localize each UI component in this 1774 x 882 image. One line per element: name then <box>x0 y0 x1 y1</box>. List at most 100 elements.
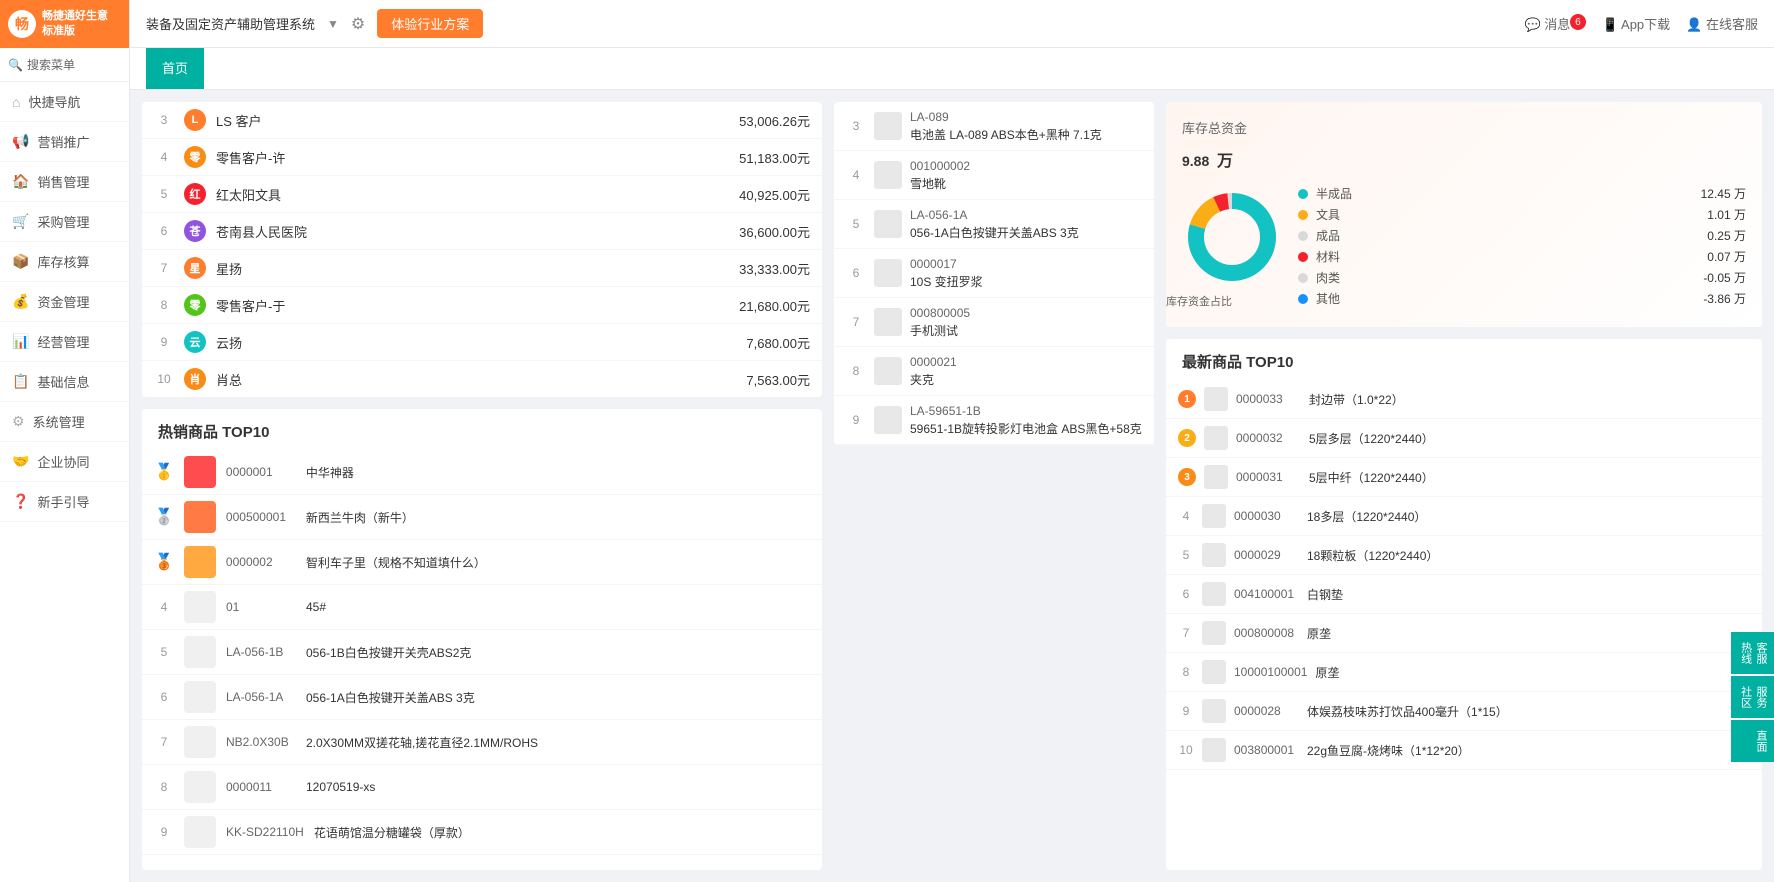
stock-title: 库存总资金 <box>1182 118 1746 137</box>
customer-sales-item[interactable]: 5 红 红太阳文具 40,925.00元 <box>142 176 822 213</box>
hot-product-item[interactable]: 🥉 0000002 智利车子里（规格不知道填什么） <box>142 540 822 585</box>
new-product-image <box>1202 582 1226 606</box>
float-btn-community[interactable]: 服务社区 <box>1731 676 1774 718</box>
new-product-image <box>1204 387 1228 411</box>
legend-name: 其他 <box>1298 290 1703 307</box>
hot-product-item[interactable]: 4 01 45# <box>142 585 822 630</box>
hot-product-item[interactable]: 8 0000011 12070519-xs <box>142 765 822 810</box>
hot-product-item[interactable]: 🥈 000500001 新西兰牛肉（新牛） <box>142 495 822 540</box>
product-rank-item[interactable]: 5 LA-056-1A 056-1A白色按键开关盖ABS 3克 <box>834 200 1154 249</box>
product-rank-image <box>874 112 902 140</box>
rank-number: 6 <box>154 224 174 238</box>
legend-item: 材料 0.07 万 <box>1298 248 1746 265</box>
nav-icon-basic-info: 📋 <box>12 373 29 390</box>
sidebar-item-purchase[interactable]: 🛒 采购管理 <box>0 202 129 242</box>
nav-label-marketing: 营销推广 <box>37 132 89 151</box>
new-product-code: 0000031 <box>1236 470 1301 484</box>
product-image <box>184 726 216 758</box>
legend-item: 成品 0.25 万 <box>1298 227 1746 244</box>
app-download[interactable]: 📱 App下载 <box>1602 14 1670 33</box>
sidebar-item-quick-nav[interactable]: ⌂ 快捷导航 <box>0 82 129 122</box>
trial-btn[interactable]: 体验行业方案 <box>377 9 483 38</box>
dropdown-arrow[interactable]: ▼ <box>327 17 339 31</box>
sidebar-item-finance[interactable]: 💰 资金管理 <box>0 282 129 322</box>
nav-label-cooperation: 企业协同 <box>37 452 89 471</box>
nav-icon-operations: 📊 <box>12 333 29 350</box>
hot-product-item[interactable]: 9 KK-SD22110H 花语萌馆温分糖罐袋（厚款） <box>142 810 822 855</box>
customer-amount: 33,333.00元 <box>739 259 810 278</box>
rank-badge: 零 <box>184 294 206 316</box>
product-image <box>184 681 216 713</box>
settings-icon[interactable]: ⚙ <box>351 14 365 34</box>
sidebar-item-cooperation[interactable]: 🤝 企业协同 <box>0 442 129 482</box>
rank-number: 5 <box>154 187 174 201</box>
sidebar-item-guide[interactable]: ❓ 新手引导 <box>0 482 129 522</box>
sidebar-item-basic-info[interactable]: 📋 基础信息 <box>0 362 129 402</box>
product-image <box>184 636 216 668</box>
rank-number: 3 <box>846 119 866 133</box>
nav-label-sales: 销售管理 <box>37 172 89 191</box>
customer-sales-item[interactable]: 10 肖 肖总 7,563.00元 <box>142 361 822 397</box>
product-code: 000500001 <box>226 510 296 524</box>
customer-sales-item[interactable]: 8 零 零售客户-于 21,680.00元 <box>142 287 822 324</box>
customer-sales-item[interactable]: 9 云 云扬 7,680.00元 <box>142 324 822 361</box>
rank-number: 10 <box>154 372 174 386</box>
sidebar-item-operations[interactable]: 📊 经营管理 <box>0 322 129 362</box>
stock-amount: 9.88 万 <box>1182 141 1746 173</box>
new-product-item[interactable]: 5 0000029 18颗粒板（1220*2440） <box>1166 536 1762 575</box>
product-rank-item[interactable]: 6 0000017 10S 变扭罗浆 <box>834 249 1154 298</box>
product-rank-code: 0000021 <box>910 353 1142 371</box>
new-product-item[interactable]: 9 0000028 体娱荔枝味苏打饮品400毫升（1*15） <box>1166 692 1762 731</box>
customer-sales-item[interactable]: 3 L LS 客户 53,006.26元 <box>142 102 822 139</box>
product-rank-item[interactable]: 7 000800005 手机测试 <box>834 298 1154 347</box>
tab-home[interactable]: 首页 <box>146 48 204 89</box>
rank-number: 3 <box>154 113 174 127</box>
customer-name: 肖总 <box>216 370 736 389</box>
new-product-name: 原垄 <box>1307 625 1750 642</box>
sidebar-item-inventory[interactable]: 📦 库存核算 <box>0 242 129 282</box>
product-rank-code: 001000002 <box>910 157 1142 175</box>
hot-product-item[interactable]: 🥇 0000001 中华神器 <box>142 450 822 495</box>
customer-name: 云扬 <box>216 333 736 352</box>
hot-product-item[interactable]: 7 NB2.0X30B 2.0X30MM双搓花轴,搓花直径2.1MM/ROHS <box>142 720 822 765</box>
new-product-item[interactable]: 3 0000031 5层中纤（1220*2440） <box>1166 458 1762 497</box>
rank-badge: 云 <box>184 331 206 353</box>
product-image <box>184 771 216 803</box>
new-product-image <box>1202 504 1226 528</box>
new-product-item[interactable]: 6 004100001 白钢垫 <box>1166 575 1762 614</box>
new-product-item[interactable]: 2 0000032 5层多层（1220*2440） <box>1166 419 1762 458</box>
product-rank-item[interactable]: 9 LA-59651-1B 59651-1B旋转投影灯电池盒 ABS黑色+58克 <box>834 396 1154 445</box>
customer-sales-item[interactable]: 7 星 星扬 33,333.00元 <box>142 250 822 287</box>
new-product-item[interactable]: 4 0000030 18多层（1220*2440） <box>1166 497 1762 536</box>
product-rank-item[interactable]: 8 0000021 夹克 <box>834 347 1154 396</box>
new-product-item[interactable]: 7 000800008 原垄 <box>1166 614 1762 653</box>
customer-sales-item[interactable]: 6 苍 苍南县人民医院 36,600.00元 <box>142 213 822 250</box>
logo-icon: 畅 <box>8 10 36 38</box>
rank-number: 4 <box>1178 509 1194 523</box>
product-image <box>184 816 216 848</box>
hot-product-item[interactable]: 5 LA-056-1B 056-1B白色按键开关壳ABS2克 <box>142 630 822 675</box>
customer-name: 苍南县人民医院 <box>216 222 729 241</box>
float-btn-direct[interactable]: 直面 <box>1731 720 1774 762</box>
new-product-item[interactable]: 1 0000033 封边带（1.0*22） <box>1166 380 1762 419</box>
customer-amount: 7,563.00元 <box>746 370 810 389</box>
float-btn-service[interactable]: 客服热线 <box>1731 632 1774 674</box>
online-service[interactable]: 👤 在线客服 <box>1686 14 1758 33</box>
message-area[interactable]: 💬 消息 6 <box>1524 14 1585 33</box>
customer-name: 零售客户-许 <box>216 148 729 167</box>
product-code: NB2.0X30B <box>226 735 296 749</box>
sidebar-item-marketing[interactable]: 📢 营销推广 <box>0 122 129 162</box>
hot-product-item[interactable]: 6 LA-056-1A 056-1A白色按键开关盖ABS 3克 <box>142 675 822 720</box>
customer-sales-item[interactable]: 4 零 零售客户-许 51,183.00元 <box>142 139 822 176</box>
new-product-item[interactable]: 10 003800001 22g鱼豆腐-烧烤味（1*12*20） <box>1166 731 1762 770</box>
sidebar-item-sales[interactable]: 🏠 销售管理 <box>0 162 129 202</box>
right-panel: 库存总资金 9.88 万 <box>1166 102 1762 870</box>
product-rank-item[interactable]: 4 001000002 雪地靴 <box>834 151 1154 200</box>
nav-icon-marketing: 📢 <box>12 133 29 150</box>
sidebar-search[interactable]: 🔍 搜索菜单 <box>0 48 129 82</box>
new-product-item[interactable]: 8 10000100001 原垄 <box>1166 653 1762 692</box>
sidebar-item-system[interactable]: ⚙ 系统管理 <box>0 402 129 442</box>
rank-badge: 1 <box>1178 390 1196 408</box>
product-rank-item[interactable]: 3 LA-089 电池盖 LA-089 ABS本色+黑种 7.1克 <box>834 102 1154 151</box>
donut-chart <box>1182 187 1282 287</box>
